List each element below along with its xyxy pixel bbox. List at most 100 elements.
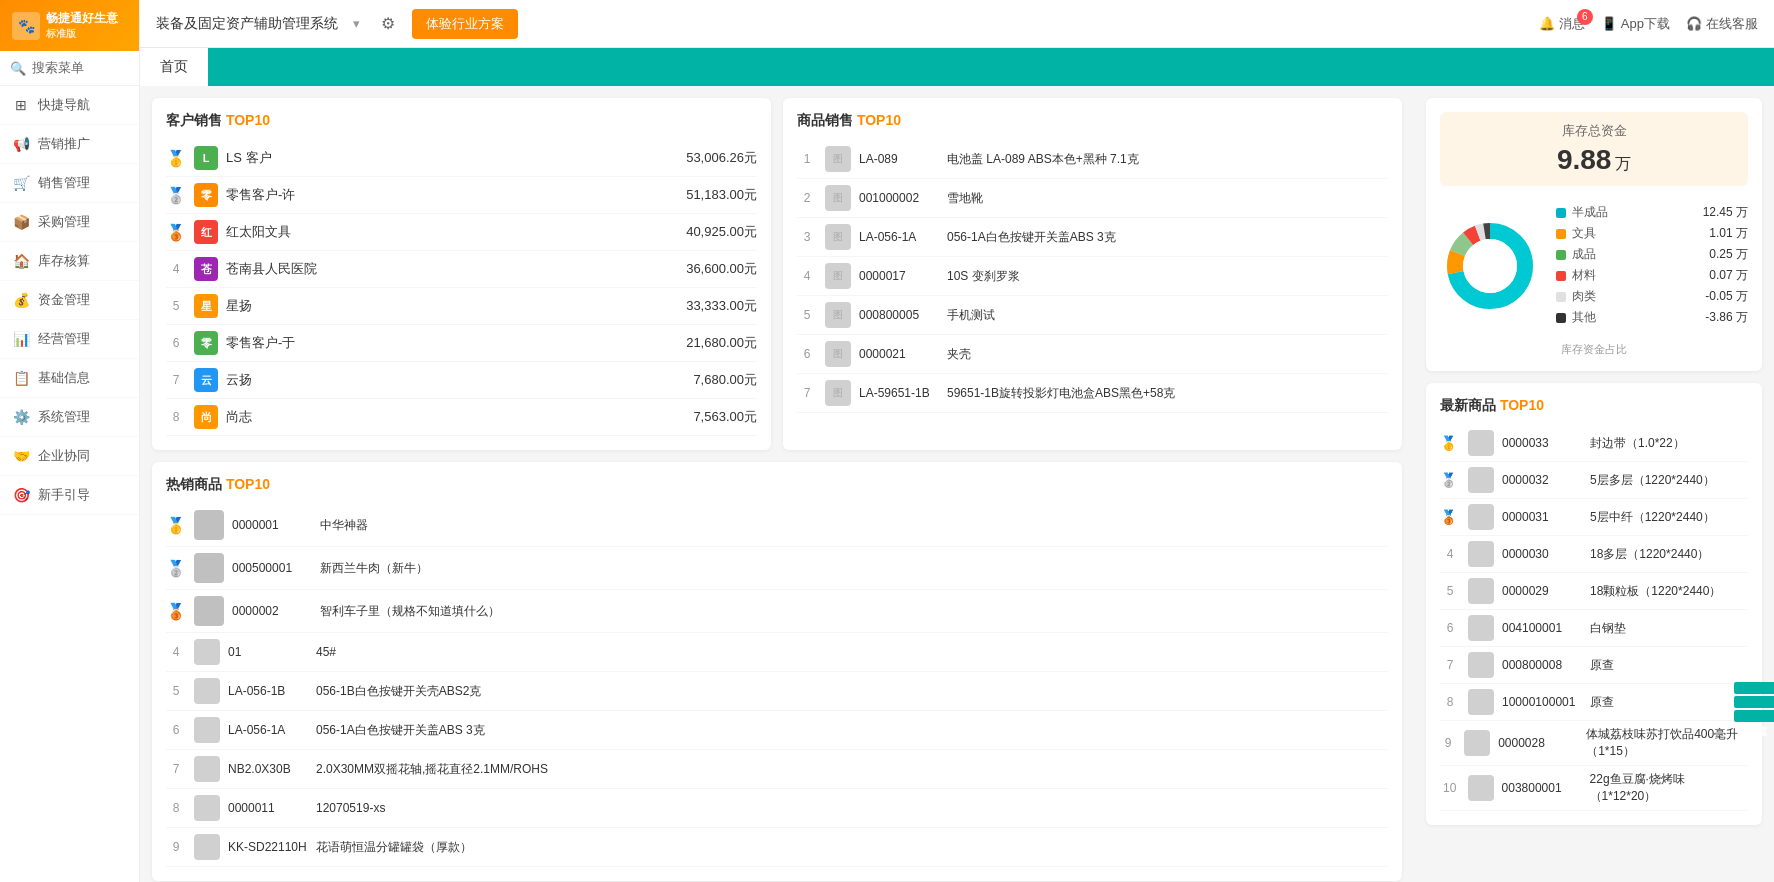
top-sell-products-card: 商品销售 TOP10 1 图 LA-089 电池盖 LA-089 ABS本色+黑… xyxy=(783,98,1402,450)
customer-name: 星扬 xyxy=(226,297,678,315)
float-btn-service-community[interactable]: 服务社区 xyxy=(1734,696,1774,708)
svg-point-7 xyxy=(1463,239,1517,293)
new-product-name: 原查 xyxy=(1590,657,1614,674)
customer-amount: 51,183.00元 xyxy=(686,186,757,204)
sell-product-name: 夹壳 xyxy=(947,346,971,363)
app-version: 标准版 xyxy=(46,27,118,41)
customer-amount: 7,680.00元 xyxy=(693,371,757,389)
customer-avatar: 零 xyxy=(194,331,218,355)
inventory-total-area: 库存总资金 9.88 万 xyxy=(1440,112,1748,186)
float-btn-direct-sell[interactable]: 直卖 xyxy=(1734,710,1774,722)
new-product-code: 10000100001 xyxy=(1502,695,1582,709)
sidebar-item-purchase[interactable]: 📦 采购管理 xyxy=(0,203,139,242)
customer-amount: 53,006.26元 xyxy=(686,149,757,167)
sidebar-item-finance[interactable]: 💰 资金管理 xyxy=(0,281,139,320)
new-product-num: 9 xyxy=(1440,736,1456,750)
newest-products-list: 🥇 0000033 封边带（1.0*22） 🥈 0000032 5层多层（122… xyxy=(1440,425,1748,811)
sidebar-item-cooperation[interactable]: 🤝 企业协同 xyxy=(0,437,139,476)
tab-home[interactable]: 首页 xyxy=(140,48,208,86)
legend-label: 半成品 xyxy=(1572,204,1697,221)
new-product-icon xyxy=(1468,541,1494,567)
new-product-name: 22g鱼豆腐·烧烤味（1*12*20） xyxy=(1590,771,1748,805)
top-sell-row: 2 图 001000002 雪地靴 xyxy=(797,179,1388,218)
new-product-row: 🥉 0000031 5层中纤（1220*2440） xyxy=(1440,499,1748,536)
sidebar-icon-marketing: 📢 xyxy=(12,135,30,153)
hot-product-name: 花语萌恒温分罐罐袋（厚款） xyxy=(316,839,472,856)
notifications-item[interactable]: 🔔 消息 6 xyxy=(1539,15,1585,33)
topbar-settings-icon[interactable]: ⚙ xyxy=(374,10,402,38)
new-product-name: 封边带（1.0*22） xyxy=(1590,435,1685,452)
app-download-label: App下载 xyxy=(1621,15,1670,33)
medal-icon: 🥉 xyxy=(166,223,186,242)
online-service-item[interactable]: 🎧 在线客服 xyxy=(1686,15,1758,33)
sidebar-item-inventory[interactable]: 🏠 库存核算 xyxy=(0,242,139,281)
sidebar-label-purchase: 采购管理 xyxy=(38,213,90,231)
rank-num: 7 xyxy=(166,373,186,387)
legend-dot xyxy=(1556,229,1566,239)
topbar-left: 装备及固定资产辅助管理系统 ▾ ⚙ 体验行业方案 xyxy=(156,9,518,39)
product-icon: 图 xyxy=(825,263,851,289)
sidebar-label-inventory: 库存核算 xyxy=(38,252,90,270)
hot-product-name: 056-1A白色按键开关盖ABS 3克 xyxy=(316,722,485,739)
top-sell-products-title: 商品销售 TOP10 xyxy=(797,112,1388,130)
legend-value: 0.07 万 xyxy=(1709,267,1748,284)
new-product-row: 10 003800001 22g鱼豆腐·烧烤味（1*12*20） xyxy=(1440,766,1748,811)
sidebar-item-system[interactable]: ⚙️ 系统管理 xyxy=(0,398,139,437)
sidebar-item-guide[interactable]: 🎯 新手引导 xyxy=(0,476,139,515)
hot-rank-num: 8 xyxy=(166,801,186,815)
medal-icon: 🥈 xyxy=(1440,472,1460,488)
content-area: 首页 客户销售 TOP10 🥇 L LS 客户 53,006.26元 🥈 零 零… xyxy=(140,48,1774,882)
hot-product-code: 000500001 xyxy=(232,561,312,575)
hot-product-name: 12070519-xs xyxy=(316,801,385,815)
rank-row: 4 苍 苍南县人民医院 36,600.00元 xyxy=(166,251,757,288)
hot-product-code: 01 xyxy=(228,645,308,659)
experience-btn[interactable]: 体验行业方案 xyxy=(412,9,518,39)
customer-name: 苍南县人民医院 xyxy=(226,260,678,278)
inventory-total-label: 库存总资金 xyxy=(1562,123,1627,138)
new-product-icon xyxy=(1468,430,1494,456)
hot-rank-num: 5 xyxy=(166,684,186,698)
sidebar-icon-finance: 💰 xyxy=(12,291,30,309)
customer-amount: 40,925.00元 xyxy=(686,223,757,241)
legend-dot xyxy=(1556,292,1566,302)
product-icon: 图 xyxy=(825,146,851,172)
new-product-code: 0000033 xyxy=(1502,436,1582,450)
mobile-icon: 📱 xyxy=(1601,16,1617,31)
legend-dot xyxy=(1556,313,1566,323)
sidebar-item-basic-info[interactable]: 📋 基础信息 xyxy=(0,359,139,398)
rank-num: 8 xyxy=(166,410,186,424)
sidebar-label-marketing: 营销推广 xyxy=(38,135,90,153)
top-sell-row: 6 图 0000021 夹壳 xyxy=(797,335,1388,374)
topbar-dropdown-icon[interactable]: ▾ xyxy=(348,16,364,32)
notifications-badge: 6 xyxy=(1577,9,1593,25)
new-product-icon xyxy=(1468,504,1494,530)
hot-product-code: 0000001 xyxy=(232,518,312,532)
customer-name: LS 客户 xyxy=(226,149,678,167)
product-img xyxy=(194,596,224,626)
sidebar-item-operations[interactable]: 📊 经营管理 xyxy=(0,320,139,359)
product-icon-placeholder xyxy=(194,756,220,782)
float-btn-customer-service[interactable]: 客服热线 xyxy=(1734,682,1774,694)
top-sell-row: 5 图 000800005 手机测试 xyxy=(797,296,1388,335)
hot-product-row: 🥇 0000001 中华神器 xyxy=(166,504,1388,547)
sell-product-code: LA-056-1A xyxy=(859,230,939,244)
new-product-icon xyxy=(1468,652,1494,678)
sidebar-item-quick-nav[interactable]: ⊞ 快捷导航 xyxy=(0,86,139,125)
customer-avatar: 红 xyxy=(194,220,218,244)
hot-rank-num: 9 xyxy=(166,840,186,854)
customer-name: 云扬 xyxy=(226,371,685,389)
sell-rank-num: 3 xyxy=(797,230,817,244)
ranking-section: 客户销售 TOP10 🥇 L LS 客户 53,006.26元 🥈 零 零售客户… xyxy=(152,98,1402,450)
search-icon: 🔍 xyxy=(10,61,26,76)
legend-item: 肉类 -0.05 万 xyxy=(1556,288,1748,305)
sidebar-item-sales[interactable]: 🛒 销售管理 xyxy=(0,164,139,203)
new-product-icon xyxy=(1468,578,1494,604)
sidebar-item-marketing[interactable]: 📢 营销推广 xyxy=(0,125,139,164)
sidebar-search-item[interactable]: 🔍 搜索菜单 xyxy=(0,51,139,86)
sidebar-label-cooperation: 企业协同 xyxy=(38,447,90,465)
app-name: 畅捷通好生意 xyxy=(46,10,118,27)
sidebar-icon-guide: 🎯 xyxy=(12,486,30,504)
new-product-icon xyxy=(1468,775,1494,801)
app-download-item[interactable]: 📱 App下载 xyxy=(1601,15,1670,33)
hot-product-code: 0000011 xyxy=(228,801,308,815)
